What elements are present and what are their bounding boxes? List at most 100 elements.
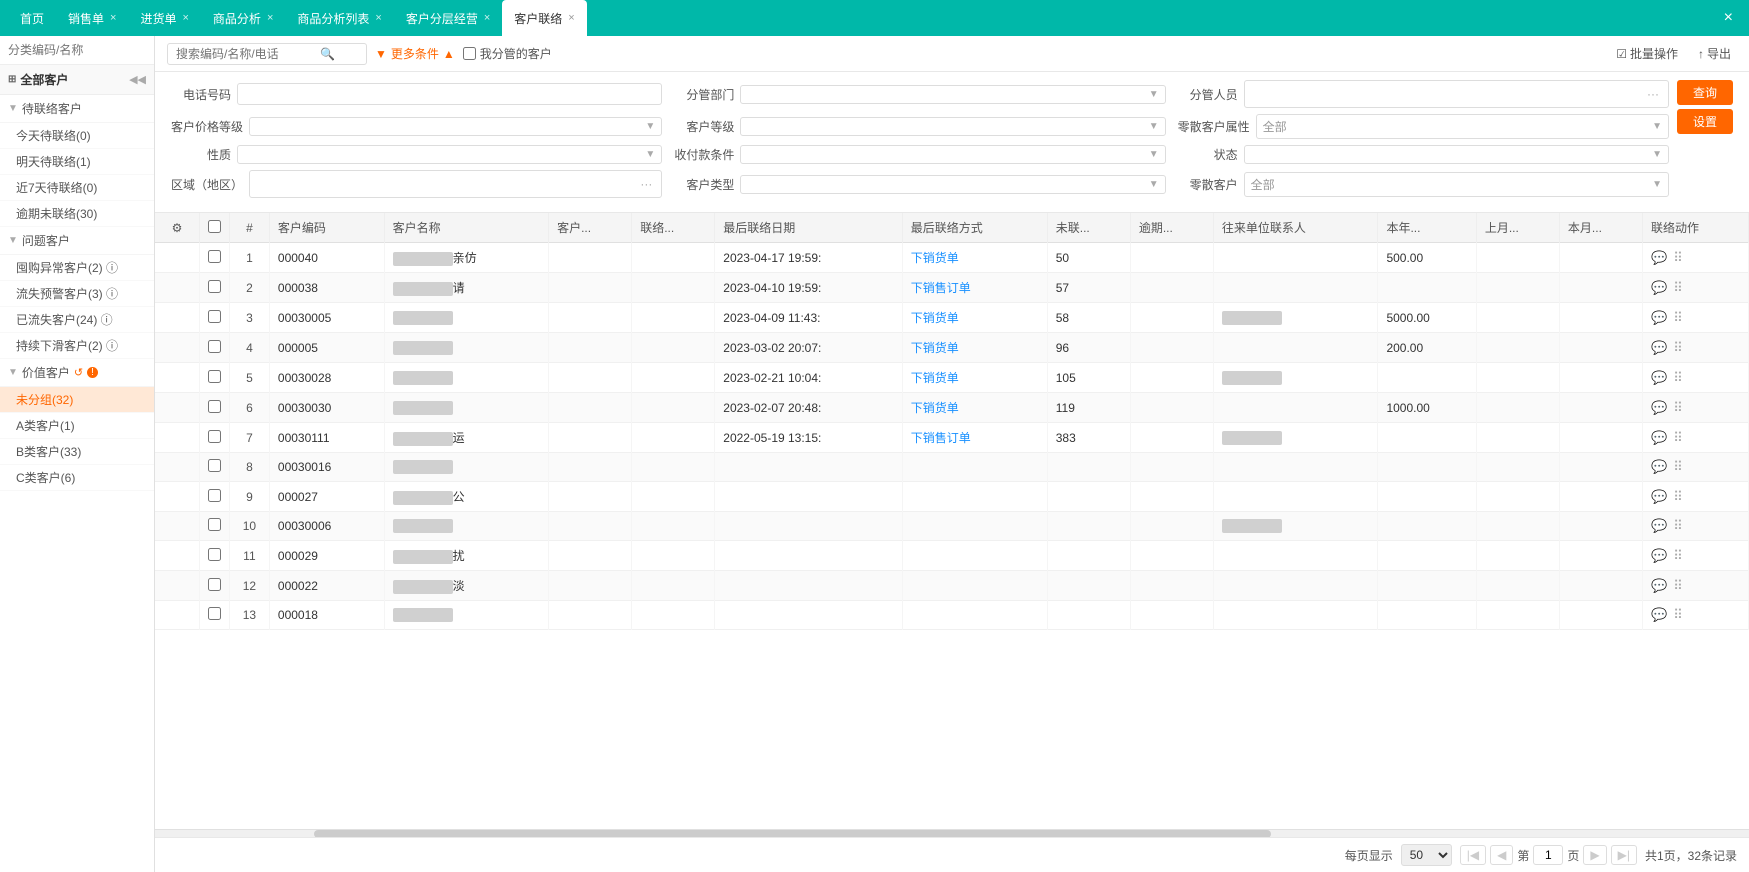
nav-tab-home[interactable]: 首页 (8, 0, 56, 36)
region-select[interactable]: ··· (249, 170, 662, 198)
row-last-method-2[interactable]: 下销货单 (902, 303, 1047, 333)
row-last-method-0[interactable]: 下销货单 (902, 243, 1047, 273)
row-check-4[interactable] (199, 363, 229, 393)
refresh-icon[interactable]: ↺ (74, 366, 83, 379)
sidebar-item-tomorrow[interactable]: 明天待联络(1) (0, 149, 154, 175)
row-last-method-9[interactable] (902, 512, 1047, 541)
price-level-select[interactable]: ▼ (249, 117, 662, 136)
customer-level-select[interactable]: ▼ (740, 117, 1165, 136)
chat-icon-12[interactable]: 💬 (1651, 607, 1667, 623)
contact-method-link-3[interactable]: 下销货单 (911, 341, 959, 355)
sidebar-item-ungroup[interactable]: 未分组(32) (0, 387, 154, 413)
contact-method-link-4[interactable]: 下销货单 (911, 371, 959, 385)
chat-icon-0[interactable]: 💬 (1651, 250, 1667, 266)
export-button[interactable]: ↑ 导出 (1692, 42, 1737, 65)
contact-method-link-2[interactable]: 下销货单 (911, 311, 959, 325)
last-page-button[interactable]: ▶| (1611, 845, 1637, 865)
status-select[interactable]: ▼ (1244, 145, 1669, 164)
sidebar-item-churned[interactable]: 已流失客户(24) ⓘ (0, 307, 154, 333)
sidebar-item-churn-warning[interactable]: 流失预警客户(3) ⓘ (0, 281, 154, 307)
row-checkbox-4[interactable] (208, 370, 221, 383)
row-checkbox-1[interactable] (208, 280, 221, 293)
chat-icon-7[interactable]: 💬 (1651, 459, 1667, 475)
more-icon-12[interactable]: ⠿ (1673, 607, 1683, 623)
sidebar-group-problem[interactable]: ▼ 问题客户 (0, 227, 154, 255)
next-page-button[interactable]: ▶ (1583, 845, 1606, 865)
row-checkbox-6[interactable] (208, 430, 221, 443)
row-checkbox-11[interactable] (208, 578, 221, 591)
per-page-select[interactable]: 50 20 100 (1401, 844, 1452, 866)
more-icon-6[interactable]: ⠿ (1673, 430, 1683, 446)
row-checkbox-2[interactable] (208, 310, 221, 323)
first-page-button[interactable]: |◀ (1460, 845, 1486, 865)
batch-ops-button[interactable]: ☑ 批量操作 (1610, 42, 1684, 65)
sidebar-item-abnormal[interactable]: 囤购异常客户(2) ⓘ (0, 255, 154, 281)
chat-icon-5[interactable]: 💬 (1651, 400, 1667, 416)
more-icon-4[interactable]: ⠿ (1673, 370, 1683, 386)
sidebar-item-b-class[interactable]: B类客户(33) (0, 439, 154, 465)
row-last-method-1[interactable]: 下销售订单 (902, 273, 1047, 303)
nav-tab-sales[interactable]: 销售单 × (56, 0, 128, 36)
col-settings[interactable]: ⚙ (155, 213, 199, 243)
more-icon-7[interactable]: ⠿ (1673, 459, 1683, 475)
row-check-7[interactable] (199, 453, 229, 482)
sidebar-search-box[interactable]: 🔍 (0, 36, 154, 65)
more-conditions-button[interactable]: ▼ 更多条件 ▲ (375, 45, 455, 62)
reset-button[interactable]: 设置 (1677, 109, 1733, 134)
my-customers-check[interactable] (463, 47, 476, 60)
sidebar-item-today[interactable]: 今天待联络(0) (0, 123, 154, 149)
row-checkbox-9[interactable] (208, 518, 221, 531)
row-check-8[interactable] (199, 482, 229, 512)
row-check-11[interactable] (199, 571, 229, 601)
sidebar-item-7days[interactable]: 近7天待联络(0) (0, 175, 154, 201)
nav-close-all-button[interactable]: × (1716, 9, 1741, 27)
select-all-checkbox[interactable] (208, 220, 221, 233)
chat-icon-6[interactable]: 💬 (1651, 430, 1667, 446)
search-button[interactable]: 查询 (1677, 80, 1733, 105)
row-check-12[interactable] (199, 601, 229, 630)
row-last-method-11[interactable] (902, 571, 1047, 601)
sidebar-group-value[interactable]: ▼ 价值客户 ↺ ! (0, 359, 154, 387)
chat-icon-10[interactable]: 💬 (1651, 548, 1667, 564)
row-last-method-12[interactable] (902, 601, 1047, 630)
person-select[interactable]: ··· (1244, 80, 1669, 108)
row-checkbox-8[interactable] (208, 489, 221, 502)
row-checkbox-5[interactable] (208, 400, 221, 413)
sidebar-item-declining[interactable]: 持续下滑客户(2) ⓘ (0, 333, 154, 359)
all-customers-header[interactable]: ⊞ 全部客户 ◀◀ (0, 65, 154, 95)
nav-tab-customer-contact[interactable]: 客户联络 × (502, 0, 586, 36)
row-last-method-7[interactable] (902, 453, 1047, 482)
page-input[interactable] (1533, 845, 1563, 865)
row-last-method-8[interactable] (902, 482, 1047, 512)
row-last-method-4[interactable]: 下销货单 (902, 363, 1047, 393)
row-check-3[interactable] (199, 333, 229, 363)
payment-select[interactable]: ▼ (740, 145, 1165, 164)
nature-select[interactable]: ▼ (237, 145, 662, 164)
filter-search-input[interactable] (176, 47, 316, 61)
more-icon-11[interactable]: ⠿ (1673, 578, 1683, 594)
filter-search-box[interactable]: 🔍 (167, 43, 367, 65)
row-check-0[interactable] (199, 243, 229, 273)
close-contact-icon[interactable]: × (568, 12, 574, 24)
contact-method-link-6[interactable]: 下销售订单 (911, 431, 971, 445)
contact-method-link-1[interactable]: 下销售订单 (911, 281, 971, 295)
more-icon-2[interactable]: ⠿ (1673, 310, 1683, 326)
row-last-method-10[interactable] (902, 541, 1047, 571)
chat-icon-2[interactable]: 💬 (1651, 310, 1667, 326)
more-icon-5[interactable]: ⠿ (1673, 400, 1683, 416)
sidebar-item-c-class[interactable]: C类客户(6) (0, 465, 154, 491)
close-product-list-icon[interactable]: × (375, 12, 381, 24)
chat-icon-4[interactable]: 💬 (1651, 370, 1667, 386)
chat-icon-9[interactable]: 💬 (1651, 518, 1667, 534)
more-icon-0[interactable]: ⠿ (1673, 250, 1683, 266)
row-check-2[interactable] (199, 303, 229, 333)
row-last-method-5[interactable]: 下销货单 (902, 393, 1047, 423)
row-last-method-6[interactable]: 下销售订单 (902, 423, 1047, 453)
more-icon-9[interactable]: ⠿ (1673, 518, 1683, 534)
row-check-9[interactable] (199, 512, 229, 541)
more-icon-10[interactable]: ⠿ (1673, 548, 1683, 564)
row-checkbox-3[interactable] (208, 340, 221, 353)
row-check-6[interactable] (199, 423, 229, 453)
customer-type-select[interactable]: ▼ (740, 175, 1165, 194)
person-more-icon[interactable]: ··· (1644, 84, 1662, 104)
